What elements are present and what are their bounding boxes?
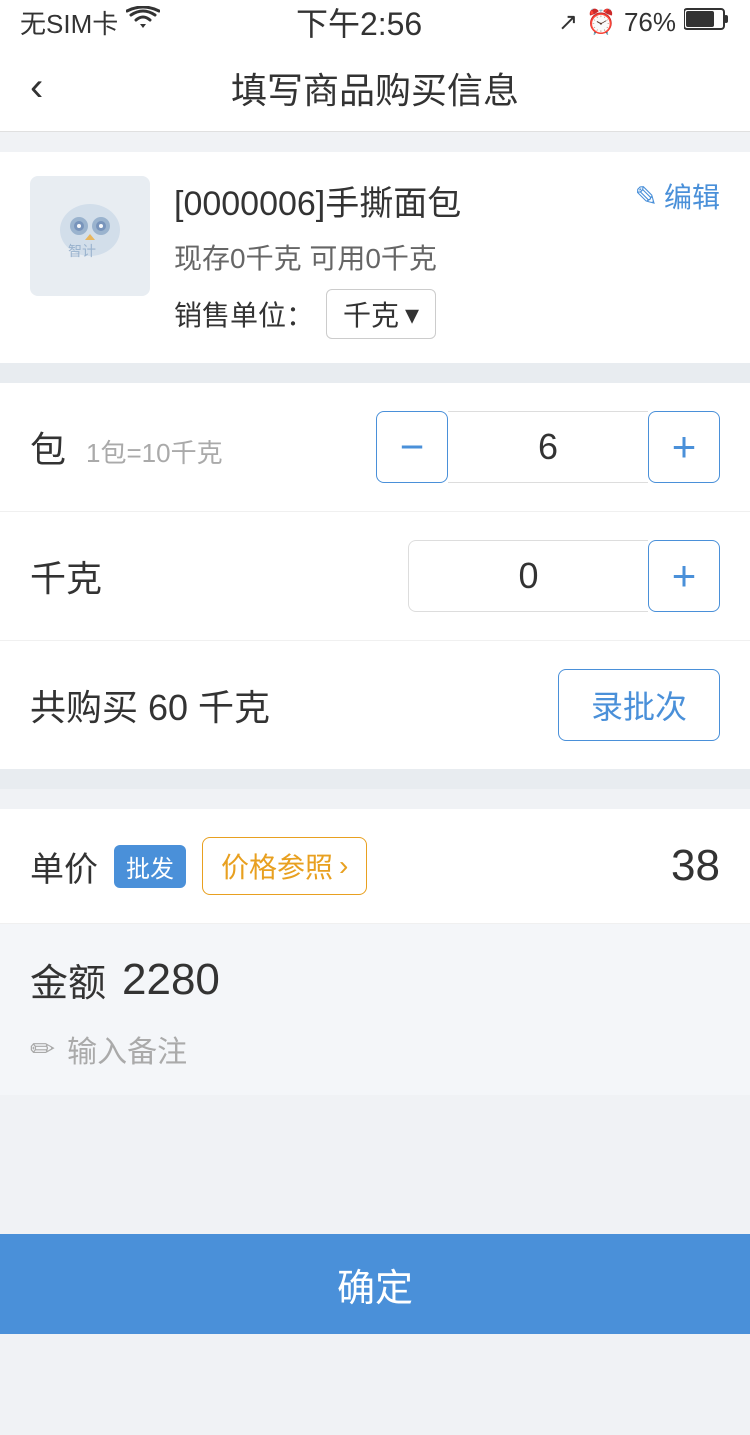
bag-label: 包 1包=10千克 (30, 421, 376, 473)
price-ref-icon: › (339, 850, 348, 882)
product-stock: 现存0千克 可用0千克 (174, 237, 720, 277)
unit-value: 千克 (343, 294, 399, 334)
price-value: 38 (671, 841, 720, 891)
summary-section: 共购买 60 千克 录批次 (0, 641, 750, 769)
product-card: 智计 [0000006]手撕面包 现存0千克 可用0千克 销售单位： 千克 ▾ … (0, 152, 750, 363)
bag-input-row: 包 1包=10千克 − + (0, 383, 750, 512)
unit-label: 销售单位： (174, 294, 314, 334)
bag-decrement-button[interactable]: − (376, 411, 448, 483)
confirm-label: 确定 (337, 1257, 413, 1312)
amount-section: 金额 2280 ✏ 输入备注 (0, 924, 750, 1095)
kg-increment-button[interactable]: + (648, 540, 720, 612)
amount-value: 2280 (122, 955, 220, 1005)
price-label-row: 单价 批发 价格参照 › (30, 837, 367, 895)
alarm-icon: ⏰ (586, 8, 616, 37)
kg-qty-input[interactable] (408, 540, 648, 612)
confirm-bar[interactable]: 确定 (0, 1234, 750, 1334)
bag-qty-input[interactable] (448, 411, 648, 483)
price-ref-label: 价格参照 (221, 846, 333, 886)
kg-label: 千克 (30, 550, 408, 602)
status-bar-left: 无SIM卡 (20, 4, 160, 41)
kg-input-row: 千克 + (0, 512, 750, 641)
page-title: 填写商品购买信息 (231, 62, 519, 114)
battery-icon (684, 7, 730, 38)
status-bar-right: ↗ ⏰ 76% (558, 7, 730, 38)
separator-1 (0, 363, 750, 383)
edit-label: 编辑 (664, 176, 720, 216)
nav-bar: ‹ 填写商品购买信息 (0, 44, 750, 132)
price-ref-button[interactable]: 价格参照 › (202, 837, 367, 895)
back-button[interactable]: ‹ (30, 65, 63, 110)
edit-button[interactable]: ✎ 编辑 (635, 176, 720, 216)
batch-button[interactable]: 录批次 (558, 669, 720, 741)
product-unit-row: 销售单位： 千克 ▾ (174, 289, 720, 339)
unit-select[interactable]: 千克 ▾ (326, 289, 436, 339)
bag-label-text: 包 (30, 429, 66, 470)
product-logo-icon: 智计 (55, 200, 125, 273)
product-thumbnail: 智计 (30, 176, 150, 296)
carrier-text: 无SIM卡 (20, 4, 118, 41)
summary-text: 共购买 60 千克 (30, 679, 270, 731)
price-section: 单价 批发 价格参照 › 38 (0, 809, 750, 924)
battery-percent: 76% (624, 7, 676, 38)
input-section: 包 1包=10千克 − + 千克 + (0, 383, 750, 641)
amount-label: 金额 (30, 952, 106, 1007)
price-label: 单价 (30, 842, 98, 891)
price-badge: 批发 (114, 845, 186, 888)
note-icon: ✏ (30, 1032, 55, 1067)
amount-row: 金额 2280 (30, 952, 720, 1027)
separator-2 (0, 769, 750, 789)
kg-label-text: 千克 (30, 558, 102, 599)
unit-dropdown-icon: ▾ (405, 298, 419, 331)
note-row[interactable]: ✏ 输入备注 (30, 1027, 720, 1095)
svg-text:智计: 智计 (68, 243, 96, 259)
bag-qty-control: − + (376, 411, 720, 483)
kg-qty-control: + (408, 540, 720, 612)
bag-hint: 1包=10千克 (86, 438, 223, 468)
bag-increment-button[interactable]: + (648, 411, 720, 483)
status-bar-time: 下午2:56 (296, 0, 422, 45)
note-placeholder: 输入备注 (67, 1027, 187, 1071)
wifi-icon (126, 6, 160, 39)
status-bar: 无SIM卡 下午2:56 ↗ ⏰ 76% (0, 0, 750, 44)
location-icon: ↗ (558, 8, 578, 37)
edit-icon: ✎ (635, 180, 658, 213)
